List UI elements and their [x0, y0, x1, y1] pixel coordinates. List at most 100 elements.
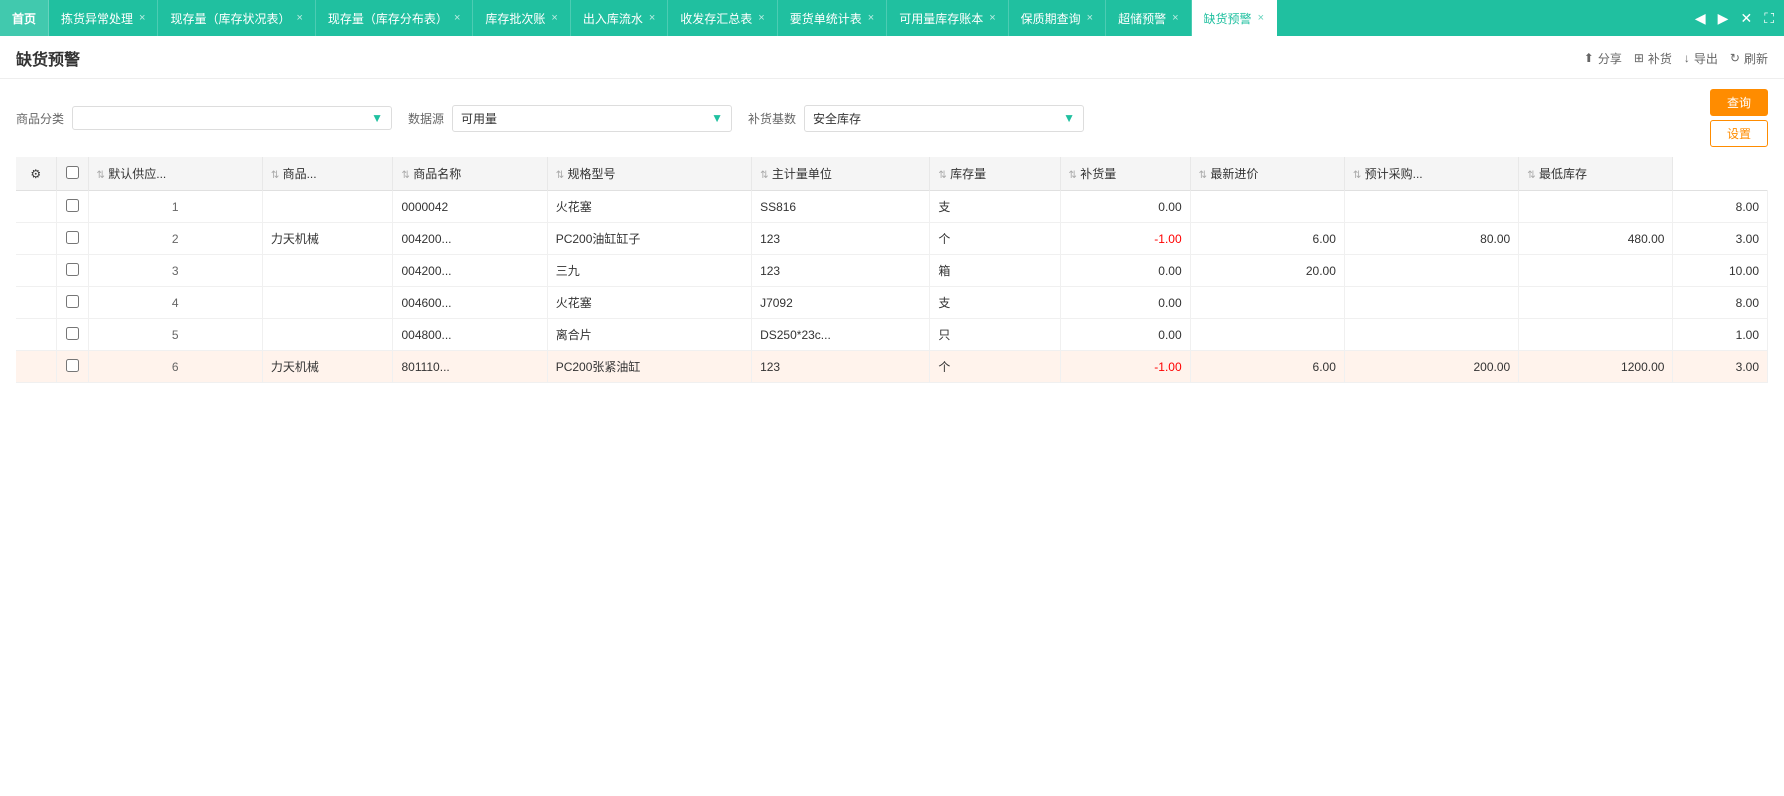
nav-tab-home[interactable]: 首页 [0, 0, 49, 36]
row-checkbox-cell[interactable] [56, 223, 88, 255]
close-tab-inout-flow[interactable]: × [649, 12, 655, 24]
col-spec[interactable]: ⇅ 规格型号 [547, 157, 751, 191]
cell-spec: 123 [752, 255, 930, 287]
category-filter-group: 商品分类 ▼ [16, 106, 392, 130]
row-checkbox[interactable] [66, 327, 79, 340]
top-nav: 首页 拣货异常处理 × 现存量（库存状况表） × 现存量（库存分布表） × 库存… [0, 0, 1784, 36]
nav-tab-picking-exception[interactable]: 拣货异常处理 × [49, 0, 158, 36]
close-tab-shelf-life[interactable]: × [1087, 12, 1093, 24]
settings-button[interactable]: 设置 [1710, 120, 1768, 147]
row-checkbox-cell[interactable] [56, 255, 88, 287]
replenish-base-filter-group: 补货基数 安全库存 ▼ [748, 105, 1084, 132]
table-row: 3 004200... 三九 123 箱 0.00 20.00 10.00 [16, 255, 1768, 287]
cell-spec: DS250*23c... [752, 319, 930, 351]
row-number: 5 [88, 319, 262, 351]
nav-tab-shortage-warning[interactable]: 缺货预警 × [1192, 0, 1277, 36]
col-default-supplier[interactable]: ⇅ 默认供应... [88, 157, 262, 191]
cell-product-code: 801110... [393, 351, 547, 383]
row-checkbox[interactable] [66, 199, 79, 212]
nav-tab-stock-dist[interactable]: 现存量（库存分布表） × [316, 0, 473, 36]
row-gear-cell [16, 319, 56, 351]
cell-latest-price [1344, 191, 1518, 223]
query-button[interactable]: 查询 [1710, 89, 1768, 116]
category-chevron-icon: ▼ [371, 111, 383, 125]
row-checkbox-cell[interactable] [56, 287, 88, 319]
refresh-button[interactable]: ↻ 刷新 [1730, 50, 1768, 67]
cell-latest-price [1344, 255, 1518, 287]
nav-tab-batch-ledger[interactable]: 库存批次账 × [473, 0, 570, 36]
sort-icon: ⇅ [1527, 170, 1535, 181]
nav-tab-shelf-life[interactable]: 保质期查询 × [1009, 0, 1106, 36]
table-row: 6 力天机械 801110... PC200张紧油缸 123 个 -1.00 6… [16, 351, 1768, 383]
col-gear[interactable]: ⚙ [16, 157, 56, 191]
row-number: 3 [88, 255, 262, 287]
nav-tab-available-ledger[interactable]: 可用量库存账本 × [887, 0, 1008, 36]
row-checkbox-cell[interactable] [56, 191, 88, 223]
row-checkbox[interactable] [66, 359, 79, 372]
close-tab-receive-summary[interactable]: × [758, 12, 764, 24]
col-stock-qty[interactable]: ⇅ 库存量 [930, 157, 1060, 191]
col-product-code[interactable]: ⇅ 商品... [262, 157, 393, 191]
cell-product-name: 离合片 [547, 319, 751, 351]
category-select[interactable]: ▼ [72, 106, 392, 130]
nav-tab-receive-summary[interactable]: 收发存汇总表 × [668, 0, 777, 36]
col-replenish-qty[interactable]: ⇅ 补货量 [1060, 157, 1190, 191]
col-checkbox[interactable] [56, 157, 88, 191]
replenish-base-select[interactable]: 安全库存 ▼ [804, 105, 1084, 132]
category-label: 商品分类 [16, 110, 64, 127]
cell-min-stock: 3.00 [1673, 223, 1768, 255]
row-number: 1 [88, 191, 262, 223]
cell-spec: J7092 [752, 287, 930, 319]
export-button[interactable]: ↓ 导出 [1684, 50, 1718, 67]
nav-tab-inout-flow[interactable]: 出入库流水 × [571, 0, 668, 36]
cell-min-stock: 8.00 [1673, 191, 1768, 223]
close-tab-shortage-warning[interactable]: × [1258, 12, 1264, 24]
sort-icon: ⇅ [938, 170, 946, 181]
datasource-select[interactable]: 可用量 ▼ [452, 105, 732, 132]
nav-tab-stock-status[interactable]: 现存量（库存状况表） × [158, 0, 315, 36]
row-checkbox[interactable] [66, 263, 79, 276]
cell-unit: 只 [930, 319, 1060, 351]
col-min-stock[interactable]: ⇅ 最低库存 [1519, 157, 1673, 191]
cell-replenish-qty [1190, 287, 1344, 319]
col-product-name[interactable]: ⇅ 商品名称 [393, 157, 547, 191]
nav-fullscreen-btn[interactable]: ⛶ [1758, 8, 1780, 29]
nav-close-btn[interactable]: ✕ [1734, 8, 1758, 29]
export-icon: ↓ [1684, 51, 1690, 65]
cell-product-code: 0000042 [393, 191, 547, 223]
close-tab-available-ledger[interactable]: × [989, 12, 995, 24]
cell-product-name: PC200油缸缸子 [547, 223, 751, 255]
row-checkbox[interactable] [66, 231, 79, 244]
datasource-chevron-icon: ▼ [711, 111, 723, 125]
row-checkbox-cell[interactable] [56, 319, 88, 351]
close-tab-batch-ledger[interactable]: × [551, 12, 557, 24]
page-header: 缺货预警 ⬆ 分享 ⊞ 补货 ↓ 导出 ↻ 刷新 [0, 36, 1784, 79]
col-unit[interactable]: ⇅ 主计量单位 [752, 157, 930, 191]
table-header-row: ⚙ ⇅ 默认供应... ⇅ 商品... ⇅ 商品名称 [16, 157, 1768, 191]
close-tab-stock-dist[interactable]: × [454, 12, 460, 24]
cell-stock-qty: 0.00 [1060, 255, 1190, 287]
col-estimated-purchase[interactable]: ⇅ 预计采购... [1344, 157, 1518, 191]
row-checkbox[interactable] [66, 295, 79, 308]
cell-latest-price [1344, 319, 1518, 351]
close-tab-picking-exception[interactable]: × [139, 12, 145, 24]
col-latest-price[interactable]: ⇅ 最新进价 [1190, 157, 1344, 191]
close-tab-order-stats[interactable]: × [868, 12, 874, 24]
cell-product-name: 火花塞 [547, 191, 751, 223]
share-button[interactable]: ⬆ 分享 [1584, 50, 1622, 67]
nav-next-btn[interactable]: ▶ [1712, 8, 1735, 29]
gear-icon[interactable]: ⚙ [30, 167, 41, 181]
close-tab-overstock-warning[interactable]: × [1172, 12, 1178, 24]
table-row: 1 0000042 火花塞 SS816 支 0.00 8.00 [16, 191, 1768, 223]
nav-prev-btn[interactable]: ◀ [1689, 8, 1712, 29]
cell-latest-price [1344, 287, 1518, 319]
replenish-button[interactable]: ⊞ 补货 [1634, 50, 1672, 67]
nav-tab-order-stats[interactable]: 要货单统计表 × [778, 0, 887, 36]
select-all-checkbox[interactable] [66, 166, 79, 179]
sort-icon: ⇅ [401, 170, 409, 181]
row-checkbox-cell[interactable] [56, 351, 88, 383]
cell-supplier: 力天机械 [262, 223, 393, 255]
nav-tab-overstock-warning[interactable]: 超储预警 × [1106, 0, 1191, 36]
row-gear-cell [16, 223, 56, 255]
close-tab-stock-status[interactable]: × [296, 12, 302, 24]
